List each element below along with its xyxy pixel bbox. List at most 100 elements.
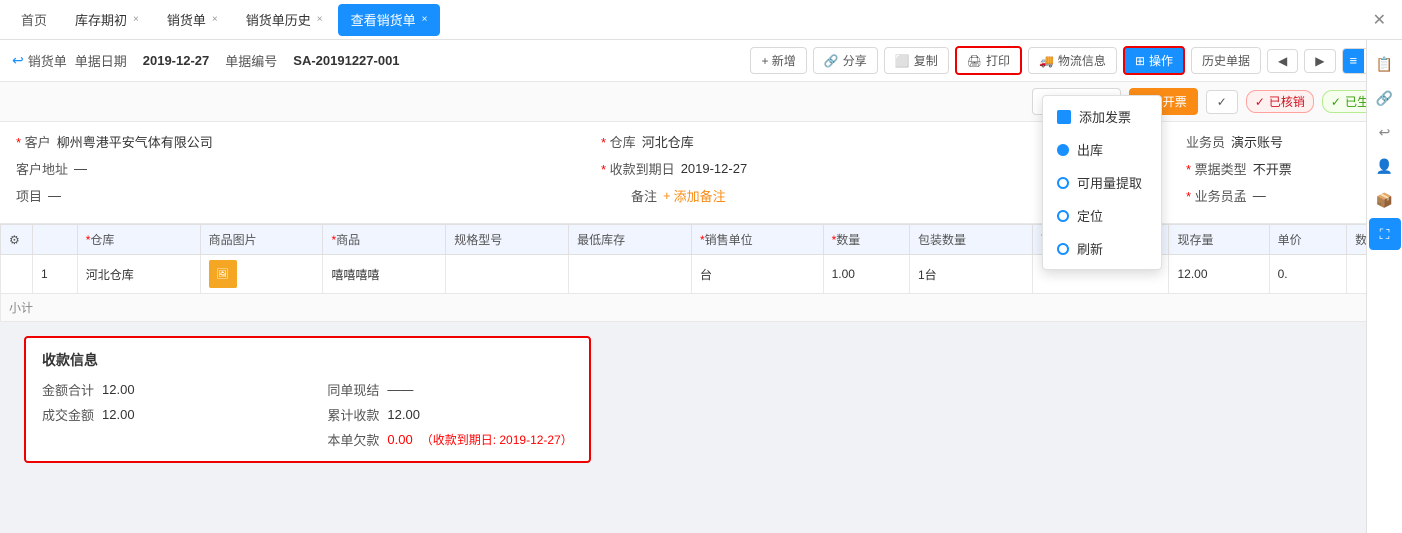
available-extract-icon: [1057, 177, 1069, 189]
cancelled-label: 已核销: [1269, 93, 1305, 110]
total-received-label: 累计收款: [327, 405, 379, 424]
copy-icon: ⬜: [895, 54, 910, 68]
tab-inventory-init-label: 库存期初: [75, 10, 127, 29]
print-icon: 🖨: [967, 54, 982, 68]
tab-inventory-init-close[interactable]: ×: [133, 14, 139, 25]
summary-grid: 金额合计 12.00 同单现结 —— 成交金额 12.00 累计收款 12.00…: [42, 380, 573, 449]
menu-available-extract[interactable]: 可用量提取: [1043, 166, 1161, 199]
deal-amount-label: 成交金额: [42, 405, 94, 424]
window-close[interactable]: ✕: [1365, 10, 1394, 30]
total-received-value: 12.00: [387, 407, 420, 422]
operations-dropdown: 添加发票 出库 可用量提取 定位 刷新: [1042, 95, 1162, 270]
copy-button[interactable]: ⬜ 复制: [884, 47, 949, 74]
logistics-label: 物流信息: [1058, 52, 1106, 69]
sidebar-icon-fullscreen[interactable]: ⛶: [1369, 218, 1401, 250]
staff-field: 业务员 演示账号: [1186, 132, 1386, 151]
doc-date: 2019-12-27: [143, 53, 210, 68]
tab-sales-history-close[interactable]: ×: [317, 14, 323, 25]
sidebar-icon-user[interactable]: 👤: [1369, 150, 1401, 182]
staff2-field: 业务员孟 —: [1186, 186, 1386, 205]
col-product: *商品: [323, 225, 446, 255]
current-due-note: （收款到期日: 2019-12-27）: [421, 431, 573, 448]
col-unit: *销售单位: [691, 225, 823, 255]
effective-icon: ✓: [1331, 95, 1341, 109]
col-settings[interactable]: ⚙: [1, 225, 33, 255]
current-due-label: 本单欠款: [327, 430, 379, 449]
next-button[interactable]: ▶: [1304, 49, 1335, 73]
product-table: ⚙ *仓库 商品图片 *商品 规格型号 最低库存 *销售单位 *数量 包装数量 …: [0, 224, 1402, 322]
toolbar-actions: + 新增 🔗 分享 ⬜ 复制 🖨 打印 🚚 物流信息 ⊞ 操作: [750, 46, 1390, 75]
tab-sales-order-close[interactable]: ×: [212, 14, 218, 25]
history-button[interactable]: 历史单据: [1191, 47, 1261, 74]
table-row: 1 河北仓库 🖼 嘻嘻嘻嘻 台 1.00 1台 12.00 0.: [1, 255, 1402, 294]
subtotal-label: 小计: [9, 301, 33, 315]
menu-add-invoice[interactable]: 添加发票: [1043, 100, 1161, 133]
form-row-1: 客户 柳州粤港平安气体有限公司 仓库 河北仓库 业务员 演示账号: [16, 132, 1386, 151]
logistics-button[interactable]: 🚚 物流信息: [1028, 47, 1117, 74]
row-spec: [446, 255, 569, 294]
address-field: 客户地址 —: [16, 159, 216, 178]
check-icon: ✓: [1255, 95, 1265, 109]
share-icon: 🔗: [824, 54, 839, 68]
form-row-2: 客户地址 — 收款到期日 2019-12-27 票据类型 不开票: [16, 159, 1386, 178]
deal-amount-value: 12.00: [102, 407, 135, 422]
menu-locate[interactable]: 定位: [1043, 199, 1161, 232]
operations-button[interactable]: ⊞ 操作: [1123, 46, 1185, 75]
menu-outbound[interactable]: 出库: [1043, 133, 1161, 166]
add-invoice-icon: [1057, 110, 1071, 124]
copy-label: 复制: [914, 52, 938, 69]
same-order-settle-label: 同单现结: [327, 380, 379, 399]
doc-icon: ↩: [12, 52, 24, 69]
note-field: 备注 + 添加备注: [631, 186, 831, 205]
tab-inventory-init[interactable]: 库存期初 ×: [62, 4, 152, 36]
doc-type-badge: ↩ 销货单: [12, 51, 67, 70]
doc-info: 单据日期 2019-12-27 单据编号 SA-20191227-001: [75, 51, 743, 70]
tab-sales-history[interactable]: 销货单历史 ×: [233, 4, 336, 36]
sidebar-icon-return[interactable]: ↩: [1369, 116, 1401, 148]
current-due-value: 0.00: [387, 432, 412, 447]
summary-container: 收款信息 金额合计 12.00 同单现结 —— 成交金额 12.00 累计收款 …: [0, 322, 1402, 477]
truck-icon: 🚚: [1039, 54, 1054, 68]
row-settings[interactable]: [1, 255, 33, 294]
sidebar-icon-link[interactable]: 🔗: [1369, 82, 1401, 114]
doc-date-label: 单据日期: [75, 51, 127, 70]
action-bar: 📱 来自手机 ● 未开票 ✓ ✓ 已核销 ✓ 已生效: [0, 82, 1402, 122]
doc-no: SA-20191227-001: [293, 53, 399, 68]
tab-view-sales[interactable]: 查看销货单 ×: [338, 4, 441, 36]
menu-refresh[interactable]: 刷新: [1043, 232, 1161, 265]
col-qty: *数量: [823, 225, 909, 255]
sidebar-icon-package[interactable]: 📦: [1369, 184, 1401, 216]
warehouse-field: 仓库 河北仓库: [601, 132, 801, 151]
sidebar-icon-doc[interactable]: 📋: [1369, 48, 1401, 80]
row-current-stock: 12.00: [1169, 255, 1269, 294]
row-min-stock: [569, 255, 692, 294]
subtotal-cell: 小计: [1, 294, 1402, 322]
table-header-row: ⚙ *仓库 商品图片 *商品 规格型号 最低库存 *销售单位 *数量 包装数量 …: [1, 225, 1402, 255]
table-wrapper: ⚙ *仓库 商品图片 *商品 规格型号 最低库存 *销售单位 *数量 包装数量 …: [0, 224, 1402, 322]
print-button[interactable]: 🖨 打印: [955, 46, 1022, 75]
confirm-button[interactable]: ✓: [1206, 90, 1238, 114]
plus-icon: +: [663, 188, 671, 203]
new-button[interactable]: + 新增: [750, 47, 806, 74]
summary-panel: 收款信息 金额合计 12.00 同单现结 —— 成交金额 12.00 累计收款 …: [24, 336, 591, 463]
list-view-button[interactable]: ≡: [1343, 49, 1365, 73]
payment-date-value: 2019-12-27: [681, 161, 748, 176]
tab-view-sales-label: 查看销货单: [351, 10, 416, 29]
col-index: [33, 225, 78, 255]
tab-home[interactable]: 首页: [8, 4, 60, 36]
prev-button[interactable]: ◀: [1267, 49, 1298, 73]
total-amount-value: 12.00: [102, 382, 135, 397]
share-button[interactable]: 🔗 分享: [813, 47, 878, 74]
locate-label: 定位: [1077, 206, 1103, 225]
staff-value: 演示账号: [1231, 132, 1283, 151]
total-amount-label: 金额合计: [42, 380, 94, 399]
product-image: 🖼: [209, 260, 237, 288]
tab-sales-order[interactable]: 销货单 ×: [154, 4, 231, 36]
tab-view-sales-close[interactable]: ×: [422, 14, 428, 25]
invoice-field: 票据类型 不开票: [1186, 159, 1386, 178]
add-note-button[interactable]: + 添加备注: [663, 186, 726, 205]
available-extract-label: 可用量提取: [1077, 173, 1142, 192]
total-received-row: 累计收款 12.00: [327, 405, 572, 424]
project-field: 项目 —: [16, 186, 216, 205]
row-qty: 1.00: [823, 255, 909, 294]
